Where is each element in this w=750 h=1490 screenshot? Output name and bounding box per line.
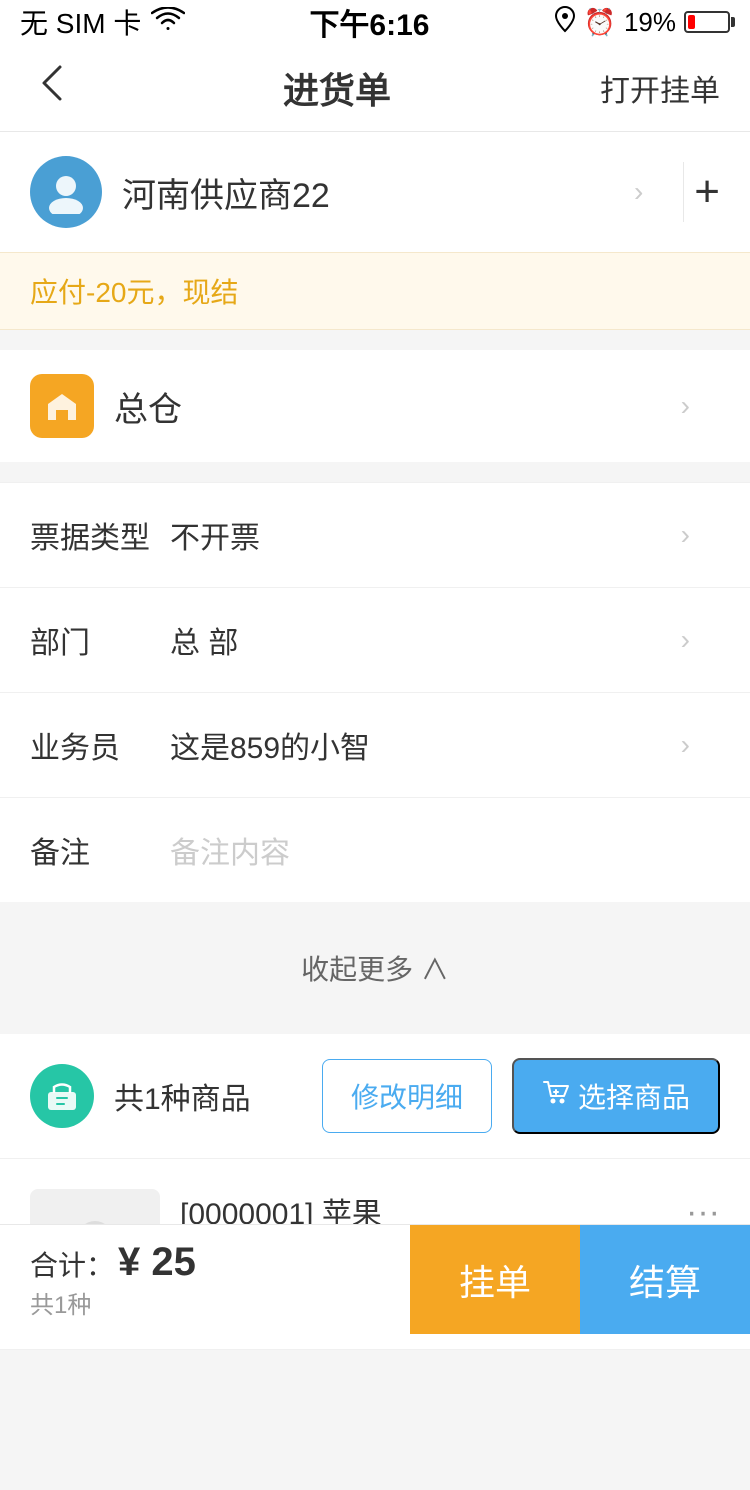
- nav-bar: 进货单 打开挂单: [0, 44, 750, 132]
- battery-label: 19%: [624, 7, 676, 38]
- salesperson-chevron-icon: ›: [681, 729, 690, 761]
- department-label: 部门: [30, 618, 150, 662]
- total-count: 共1种: [30, 1285, 380, 1320]
- supplier-name: 河南供应商22: [122, 168, 634, 217]
- divider: [683, 162, 684, 222]
- cart-icon: [542, 1080, 570, 1113]
- total-amount: ¥ 25: [118, 1240, 196, 1285]
- status-time: 下午6:16: [309, 0, 429, 44]
- remarks-input[interactable]: 备注内容: [150, 828, 720, 872]
- select-product-label: 选择商品: [578, 1076, 690, 1116]
- add-button[interactable]: +: [694, 167, 720, 217]
- collapse-label: 收起更多 ∧: [301, 948, 449, 988]
- wifi-icon: [151, 6, 185, 38]
- warehouse-chevron-icon: ›: [681, 390, 690, 422]
- product-icon: [30, 1064, 94, 1128]
- bottom-bar: 合计： ¥ 25 共1种 挂单 结算: [0, 1224, 750, 1334]
- warehouse-icon: [30, 374, 94, 438]
- location-icon: [554, 5, 576, 40]
- select-product-button[interactable]: 选择商品: [512, 1058, 720, 1134]
- warehouse-name: 总仓: [114, 382, 681, 431]
- department-row[interactable]: 部门 总 部 ›: [0, 587, 750, 692]
- supplier-row[interactable]: 河南供应商22 › +: [0, 132, 750, 252]
- status-bar: 无 SIM 卡 下午6:16 ⏰ 19%: [0, 0, 750, 44]
- salesperson-label: 业务员: [30, 723, 150, 767]
- hang-button[interactable]: 挂单: [410, 1225, 580, 1334]
- total-section: 合计： ¥ 25 共1种: [0, 1240, 410, 1320]
- form-section: 票据类型 不开票 › 部门 总 部 › 业务员 这是859的小智 › 备注 备注…: [0, 482, 750, 902]
- warehouse-section: 总仓 ›: [0, 350, 750, 462]
- edit-detail-button[interactable]: 修改明细: [322, 1059, 492, 1133]
- salesperson-row[interactable]: 业务员 这是859的小智 ›: [0, 692, 750, 797]
- page-title: 进货单: [283, 62, 391, 114]
- remarks-label: 备注: [30, 828, 150, 872]
- checkout-button[interactable]: 结算: [580, 1225, 750, 1334]
- product-count-label: 共1种商品: [114, 1074, 302, 1118]
- collapse-row[interactable]: 收起更多 ∧: [0, 922, 750, 1014]
- department-value: 总 部: [150, 618, 681, 662]
- invoice-type-value: 不开票: [150, 513, 681, 557]
- product-header: 共1种商品 修改明细 选择商品: [0, 1034, 750, 1159]
- status-right: ⏰ 19%: [554, 5, 730, 40]
- supplier-section: 河南供应商22 › + 应付-20元，现结: [0, 132, 750, 330]
- alarm-icon: ⏰: [584, 7, 616, 38]
- invoice-type-label: 票据类型: [30, 513, 150, 557]
- salesperson-value: 这是859的小智: [150, 723, 681, 767]
- open-pending-button[interactable]: 打开挂单: [600, 66, 720, 110]
- supplier-chevron-icon: ›: [634, 176, 643, 208]
- invoice-type-chevron-icon: ›: [681, 519, 690, 551]
- back-button[interactable]: [30, 53, 74, 123]
- warehouse-row[interactable]: 总仓 ›: [0, 350, 750, 462]
- status-left: 无 SIM 卡: [20, 2, 185, 42]
- invoice-type-row[interactable]: 票据类型 不开票 ›: [0, 482, 750, 587]
- battery-icon: [684, 11, 730, 33]
- remarks-row[interactable]: 备注 备注内容: [0, 797, 750, 902]
- supplier-avatar: [30, 156, 102, 228]
- total-label: 合计：: [30, 1244, 114, 1284]
- notice-banner: 应付-20元，现结: [0, 252, 750, 330]
- department-chevron-icon: ›: [681, 624, 690, 656]
- carrier-label: 无 SIM 卡: [20, 2, 141, 42]
